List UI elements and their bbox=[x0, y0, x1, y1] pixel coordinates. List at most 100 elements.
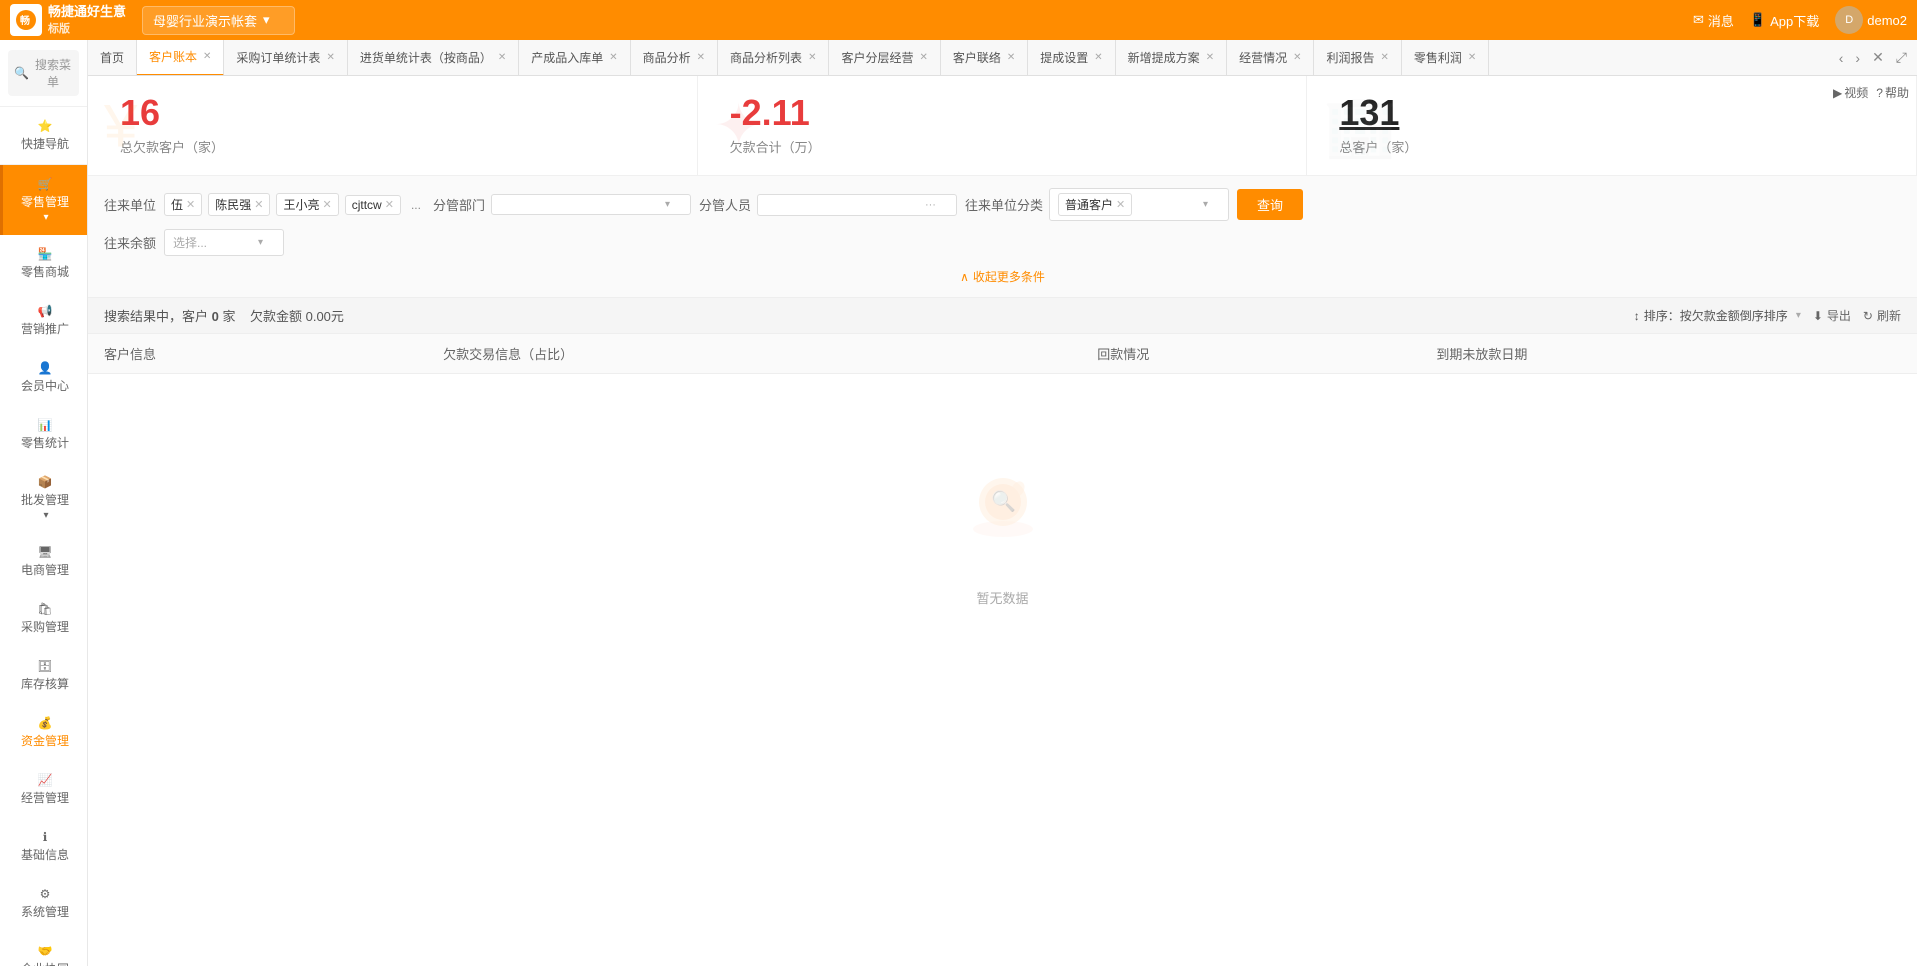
video-help[interactable]: ▶ 视频 bbox=[1833, 84, 1868, 101]
dept-select[interactable]: ▾ bbox=[491, 194, 691, 215]
remove-tag-1[interactable]: ✕ bbox=[186, 198, 195, 211]
filter-row-1: 往来单位 伍 ✕ 陈民强 ✕ 王小亮 bbox=[104, 188, 1901, 221]
col-customer-info: 客户信息 bbox=[88, 334, 427, 374]
sidebar-item-ecommerce[interactable]: 🖥 电商管理 bbox=[0, 533, 87, 590]
marketing-icon: 📢 bbox=[38, 304, 53, 318]
search-icon: 🔍 bbox=[14, 66, 29, 80]
tab-close-inbound-stats[interactable]: ✕ bbox=[498, 52, 506, 63]
sidebar-item-member[interactable]: 👤 会员中心 bbox=[0, 349, 87, 406]
tab-profit-report[interactable]: 利润报告 ✕ bbox=[1314, 40, 1401, 76]
app-title: 畅捷通好生意 bbox=[48, 4, 126, 20]
sidebar-item-retail-stats[interactable]: 📊 零售统计 bbox=[0, 406, 87, 463]
sidebar-item-ops[interactable]: 📈 经营管理 bbox=[0, 761, 87, 818]
query-button[interactable]: 查询 bbox=[1237, 189, 1303, 220]
remove-tag-2[interactable]: ✕ bbox=[254, 198, 263, 211]
tab-product-analysis[interactable]: 商品分析 ✕ bbox=[631, 40, 718, 76]
sidebar-item-retail-mall[interactable]: 🏪 零售商城 bbox=[0, 235, 87, 292]
tab-close-product-analysis-list[interactable]: ✕ bbox=[808, 52, 816, 63]
top-bar: 畅 畅捷通好生意 标版 母婴行业演示帐套 ▾ ✉ 消息 📱 App下载 D de… bbox=[0, 0, 1917, 40]
tab-close-new-raise-plan[interactable]: ✕ bbox=[1206, 52, 1214, 63]
balance-select[interactable]: 选择... ▾ bbox=[164, 229, 284, 256]
tab-new-raise-plan[interactable]: 新增提成方案 ✕ bbox=[1116, 40, 1227, 76]
tab-inbound-stats[interactable]: 进货单统计表（按商品） ✕ bbox=[348, 40, 519, 76]
tab-close-purchase-stats[interactable]: ✕ bbox=[326, 52, 334, 63]
tab-customer-accounts[interactable]: 客户账本 ✕ bbox=[137, 40, 224, 76]
sidebar-item-basic-info[interactable]: ℹ 基础信息 bbox=[0, 818, 87, 875]
sidebar-item-quick-nav[interactable]: ⭐ 零售管理 快捷导航 bbox=[0, 107, 87, 164]
app-download-action[interactable]: 📱 App下载 bbox=[1750, 11, 1819, 30]
help-action[interactable]: ? 帮助 bbox=[1876, 84, 1909, 101]
sort-chevron-down-icon: ▾ bbox=[1796, 310, 1801, 321]
sidebar-item-enterprise-coop[interactable]: 🤝 企业协同 bbox=[0, 932, 87, 966]
logo: 畅 畅捷通好生意 标版 bbox=[10, 4, 126, 36]
sidebar-item-purchase[interactable]: 🛍 采购管理 bbox=[0, 590, 87, 647]
account-selector[interactable]: 母婴行业演示帐套 ▾ bbox=[142, 6, 295, 35]
sidebar-item-wholesale[interactable]: 📦 批发管理 ▾ bbox=[0, 463, 87, 533]
remove-category-tag[interactable]: ✕ bbox=[1116, 198, 1125, 211]
refresh-button[interactable]: ↻ 刷新 bbox=[1863, 307, 1901, 324]
stat-total-customers: ¥ 16 总欠款客户（家） bbox=[88, 76, 698, 175]
wholesale-icon: 📦 bbox=[38, 475, 53, 489]
tab-close-profit-report[interactable]: ✕ bbox=[1381, 52, 1389, 63]
tab-customer-segment[interactable]: 客户分层经营 ✕ bbox=[829, 40, 940, 76]
filter-more-tags[interactable]: ... bbox=[407, 196, 425, 214]
tab-home[interactable]: 首页 bbox=[88, 40, 137, 76]
message-action[interactable]: ✉ 消息 bbox=[1693, 11, 1734, 30]
tab-close-customer-accounts[interactable]: ✕ bbox=[203, 51, 211, 62]
tab-bar-controls: ‹ › ✕ ⤢ bbox=[1829, 47, 1917, 68]
filter-tags: 伍 ✕ 陈民强 ✕ 王小亮 ✕ bbox=[164, 193, 425, 216]
tab-production-inbound[interactable]: 产成品入库单 ✕ bbox=[519, 40, 630, 76]
stat-total-debt: ✦ -2.11 欠款合计（万） bbox=[698, 76, 1308, 175]
balance-chevron-down-icon: ▾ bbox=[258, 237, 263, 248]
tab-close-production-inbound[interactable]: ✕ bbox=[609, 52, 617, 63]
avatar: D bbox=[1835, 6, 1863, 34]
person-select[interactable]: ··· bbox=[757, 194, 957, 216]
tab-product-analysis-list[interactable]: 商品分析列表 ✕ bbox=[718, 40, 829, 76]
sidebar-item-marketing[interactable]: 📢 营销推广 bbox=[0, 292, 87, 349]
tab-retail-profit[interactable]: 零售利润 ✕ bbox=[1402, 40, 1489, 76]
collapse-filters-button[interactable]: ∧ 收起更多条件 bbox=[956, 264, 1049, 289]
tab-close-ops-situation[interactable]: ✕ bbox=[1293, 52, 1301, 63]
category-label: 往来单位分类 bbox=[965, 195, 1043, 214]
tab-customer-contact[interactable]: 客户联络 ✕ bbox=[941, 40, 1028, 76]
tab-scroll-right[interactable]: › bbox=[1851, 48, 1864, 68]
tab-raise-settings[interactable]: 提成设置 ✕ bbox=[1028, 40, 1115, 76]
search-menu-button[interactable]: 🔍 搜索菜单 bbox=[8, 50, 79, 96]
tab-purchase-stats[interactable]: 采购订单统计表 ✕ bbox=[224, 40, 347, 76]
sidebar-item-finance[interactable]: 💰 资金管理 bbox=[0, 704, 87, 761]
category-tag: 普通客户 ✕ bbox=[1058, 193, 1132, 216]
tab-close-product-analysis[interactable]: ✕ bbox=[697, 52, 705, 63]
tab-ops-situation[interactable]: 经营情况 ✕ bbox=[1227, 40, 1314, 76]
person-label: 分管人员 bbox=[699, 195, 751, 214]
export-button[interactable]: ⬇ 导出 bbox=[1813, 307, 1851, 324]
stat-total-customers-count: 🏢 131 总客户（家） bbox=[1307, 76, 1917, 175]
refresh-icon: ↻ bbox=[1863, 309, 1873, 323]
remove-tag-4[interactable]: ✕ bbox=[385, 198, 394, 211]
sort-selector[interactable]: ↕ 排序：按欠款金额倒序排序 ▾ bbox=[1634, 307, 1801, 324]
tab-close-raise-settings[interactable]: ✕ bbox=[1094, 52, 1102, 63]
ecommerce-icon: 🖥 bbox=[37, 545, 52, 559]
category-select[interactable]: 普通客户 ✕ ▾ bbox=[1049, 188, 1229, 221]
result-summary: 搜索结果中，客户 0 家 欠款金额 0.00元 bbox=[104, 306, 344, 325]
sidebar-section-main: 🛒 零售管理 ▾ 🏪 零售商城 📢 营销推广 👤 会员中心 📊 bbox=[0, 164, 87, 966]
system-icon: ⚙ bbox=[40, 887, 51, 901]
sidebar-item-retail-mgmt[interactable]: 🛒 零售管理 ▾ bbox=[0, 165, 87, 235]
tab-close-customer-segment[interactable]: ✕ bbox=[919, 52, 927, 63]
chevron-up-icon: ∧ bbox=[960, 270, 969, 284]
sidebar-item-inventory[interactable]: 🗄 库存核算 bbox=[0, 647, 87, 704]
tab-close-all[interactable]: ✕ bbox=[1868, 47, 1888, 68]
col-overdue-date: 到期未放款日期 bbox=[1420, 334, 1917, 374]
remove-tag-3[interactable]: ✕ bbox=[323, 198, 332, 211]
person-more-icon: ··· bbox=[925, 199, 936, 211]
help-icon: ? bbox=[1876, 86, 1883, 100]
tab-close-retail-profit[interactable]: ✕ bbox=[1468, 52, 1476, 63]
logo-icon: 畅 bbox=[10, 4, 42, 36]
sidebar-item-system[interactable]: ⚙ 系统管理 bbox=[0, 875, 87, 932]
tab-close-customer-contact[interactable]: ✕ bbox=[1007, 52, 1015, 63]
category-chevron-down-icon: ▾ bbox=[1203, 199, 1208, 210]
export-icon: ⬇ bbox=[1813, 309, 1823, 323]
user-action[interactable]: D demo2 bbox=[1835, 6, 1907, 34]
member-icon: 👤 bbox=[38, 361, 53, 375]
tab-maximize[interactable]: ⤢ bbox=[1892, 47, 1911, 68]
tab-scroll-left[interactable]: ‹ bbox=[1835, 48, 1848, 68]
